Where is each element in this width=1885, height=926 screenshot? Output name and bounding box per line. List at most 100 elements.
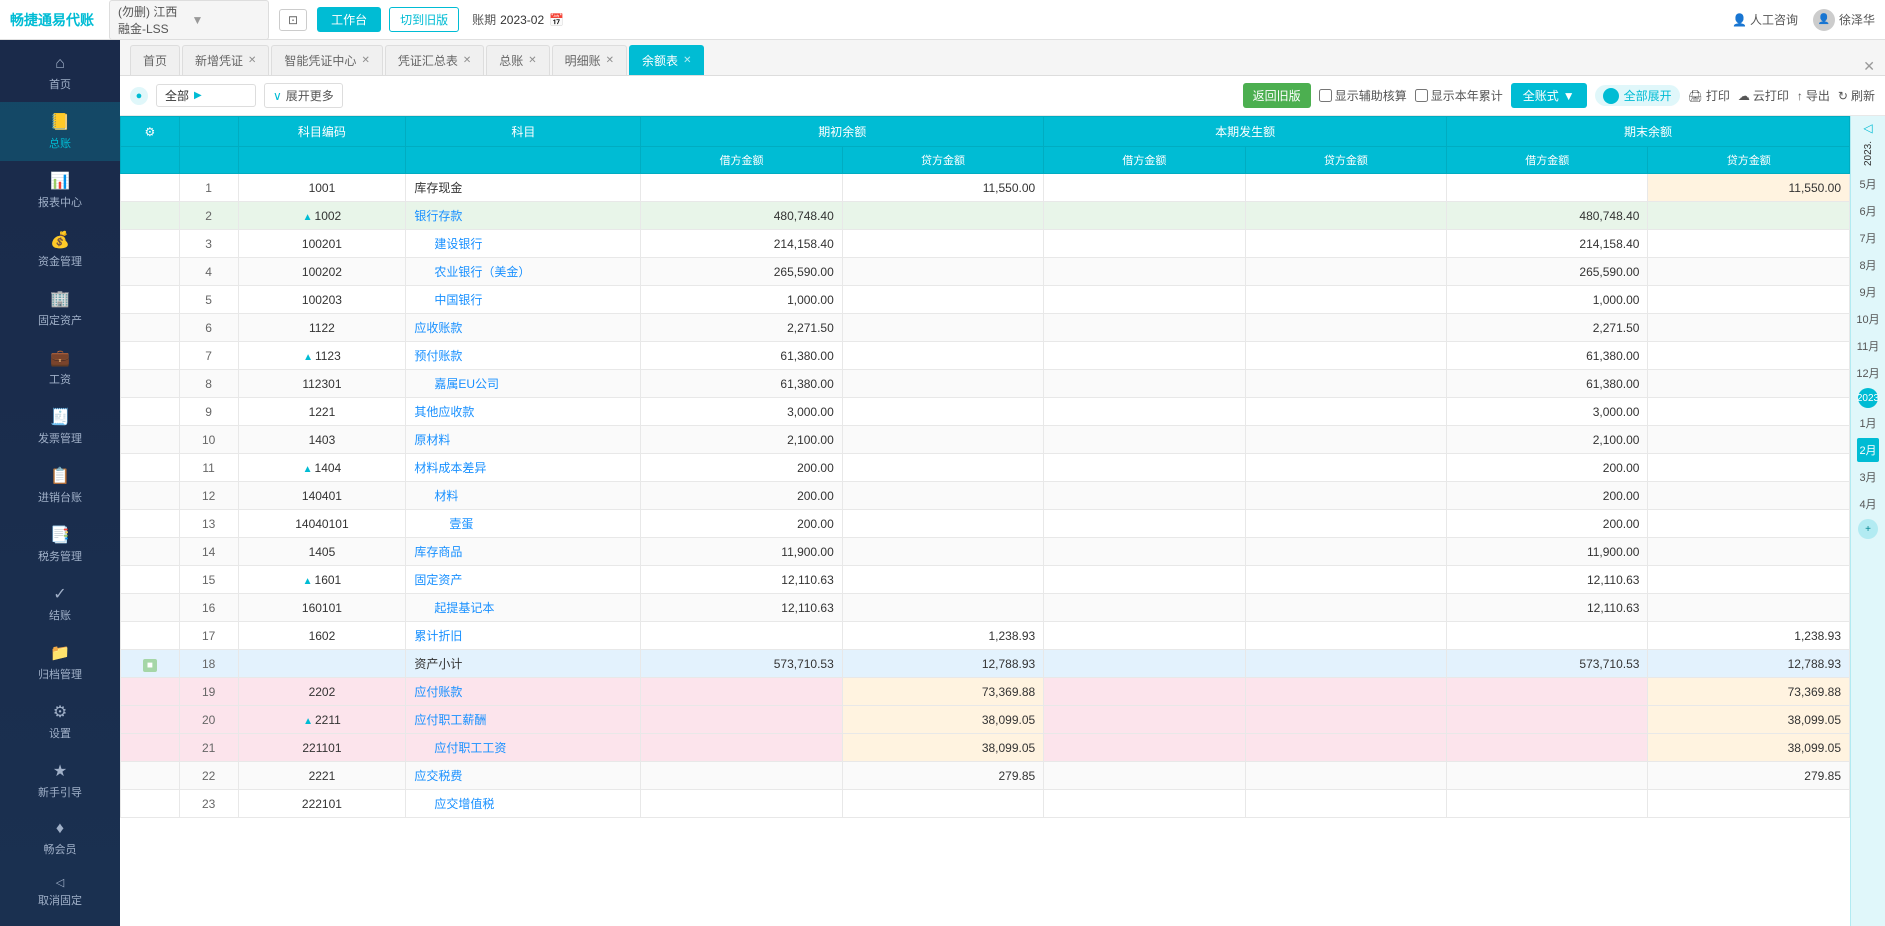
switch-version-button[interactable]: 切到旧版 (389, 7, 459, 32)
month-2[interactable]: 2月 (1857, 438, 1878, 462)
month-10[interactable]: 10月 (1854, 307, 1881, 331)
row-name[interactable]: 壹蛋 (406, 510, 641, 538)
print-button[interactable]: 🖨 打印 (1688, 87, 1730, 104)
month-11[interactable]: 11月 (1855, 334, 1881, 358)
tab-smart-voucher[interactable]: 智能凭证中心 ✕ (271, 45, 382, 75)
top-bar: 畅捷通易代账 (勿删) 江西融金-LSS ▼ ⊡ 工作台 切到旧版 账期 202… (0, 0, 1885, 40)
row-code: 2202 (238, 678, 406, 706)
row-name[interactable]: 农业银行（美金） (406, 258, 641, 286)
sidebar-item-sales[interactable]: 📋 进销台账 (0, 456, 120, 515)
sidebar-item-funds[interactable]: 💰 资金管理 (0, 220, 120, 279)
sidebar-item-payroll[interactable]: 💼 工资 (0, 338, 120, 397)
close-all-tabs[interactable]: ✕ (1863, 58, 1875, 75)
service-button[interactable]: 👤 人工咨询 (1732, 11, 1798, 28)
tab-new-voucher-close[interactable]: ✕ (248, 55, 256, 66)
tab-new-voucher[interactable]: 新增凭证 ✕ (182, 45, 269, 75)
row-name[interactable]: 库存商品 (406, 538, 641, 566)
sidebar-item-close[interactable]: ✓ 结账 (0, 574, 120, 633)
refresh-button[interactable]: ↻ 刷新 (1838, 87, 1875, 104)
row-name[interactable]: 原材料 (406, 426, 641, 454)
calendar-icon[interactable]: 📅 (549, 13, 564, 27)
row-code: ▲1123 (238, 342, 406, 370)
closing-credit (1648, 538, 1850, 566)
tab-general-ledger[interactable]: 总账 ✕ (486, 45, 549, 75)
full-mode-label: 全账式 (1523, 87, 1559, 104)
filter-selector[interactable]: 全部 ▶ (156, 84, 256, 107)
row-name[interactable]: 应交税费 (406, 762, 641, 790)
month-9[interactable]: 9月 (1857, 280, 1878, 304)
tab-balance-close[interactable]: ✕ (683, 55, 691, 66)
tab-home[interactable]: 首页 (130, 45, 180, 75)
row-name[interactable]: 应交增值税 (406, 790, 641, 818)
expand-all-toggle[interactable]: 全部展开 (1595, 85, 1680, 106)
row-name[interactable]: 起提基记本 (406, 594, 641, 622)
tab-detail-ledger-close[interactable]: ✕ (606, 55, 614, 66)
month-6[interactable]: 6月 (1857, 199, 1878, 223)
filter-circle[interactable]: ● (130, 87, 148, 105)
checkbox-ytd-label[interactable]: 显示本年累计 (1415, 87, 1503, 104)
sidebar-unpin-button[interactable]: ◁ 取消固定 (0, 868, 120, 916)
month-7[interactable]: 7月 (1857, 226, 1878, 250)
sidebar-item-guide[interactable]: ★ 新手引导 (0, 751, 120, 810)
sidebar-item-reports[interactable]: 📊 报表中心 (0, 161, 120, 220)
workbench-button[interactable]: 工作台 (317, 7, 381, 32)
copy-button[interactable]: ⊡ (279, 9, 307, 31)
closing-debit (1447, 622, 1648, 650)
row-name[interactable]: 应收账款 (406, 314, 641, 342)
sidebar-item-archive[interactable]: 📁 归档管理 (0, 633, 120, 692)
sidebar-item-invoice[interactable]: 🧾 发票管理 (0, 397, 120, 456)
return-old-version-button[interactable]: 返回旧版 (1243, 83, 1311, 108)
tab-smart-voucher-close[interactable]: ✕ (361, 55, 369, 66)
closing-debit: 61,380.00 (1447, 370, 1648, 398)
row-name[interactable]: 预付账款 (406, 342, 641, 370)
row-name[interactable]: 累计折旧 (406, 622, 641, 650)
company-selector[interactable]: (勿删) 江西融金-LSS ▼ (109, 0, 269, 40)
row-name[interactable]: 固定资产 (406, 566, 641, 594)
user-button[interactable]: 👤 徐泽华 (1813, 9, 1875, 31)
tab-voucher-summary-close[interactable]: ✕ (463, 55, 471, 66)
right-panel: ◁ 2023. 5月 6月 7月 8月 9月 10月 11月 12月 2023 … (1850, 116, 1885, 926)
current-credit (1245, 678, 1446, 706)
opening-credit (842, 398, 1043, 426)
export-button[interactable]: ↑ 导出 (1797, 87, 1830, 104)
sidebar-item-ledger[interactable]: 📒 总账 (0, 102, 120, 161)
tab-general-ledger-close[interactable]: ✕ (528, 55, 536, 66)
row-name[interactable]: 其他应收款 (406, 398, 641, 426)
row-name[interactable]: 中国银行 (406, 286, 641, 314)
closing-debit: 2,100.00 (1447, 426, 1648, 454)
month-3[interactable]: 3月 (1857, 465, 1878, 489)
checkbox-assist-label[interactable]: 显示辅助核算 (1319, 87, 1407, 104)
full-mode-button[interactable]: 全账式 ▼ (1511, 83, 1587, 108)
cloud-print-button[interactable]: ☁ 云打印 (1738, 87, 1789, 104)
row-name[interactable]: 建设银行 (406, 230, 641, 258)
print-icon: 🖨 (1688, 89, 1703, 103)
plus-circle[interactable]: + (1858, 519, 1878, 539)
tab-detail-ledger[interactable]: 明细账 ✕ (552, 45, 627, 75)
month-1[interactable]: 1月 (1857, 411, 1878, 435)
month-5[interactable]: 5月 (1857, 172, 1878, 196)
sidebar-item-home[interactable]: ⌂ 首页 (0, 45, 120, 102)
row-name[interactable]: 嘉属EU公司 (406, 370, 641, 398)
checkbox-assist[interactable] (1319, 89, 1332, 102)
row-name[interactable]: 银行存款 (406, 202, 641, 230)
year-2023-circle[interactable]: 2023 (1858, 388, 1878, 408)
checkbox-ytd[interactable] (1415, 89, 1428, 102)
row-name[interactable]: 应付职工薪酬 (406, 706, 641, 734)
sidebar-item-tax[interactable]: 📑 税务管理 (0, 515, 120, 574)
sidebar-item-settings[interactable]: ⚙ 设置 (0, 692, 120, 751)
tab-voucher-summary[interactable]: 凭证汇总表 ✕ (385, 45, 484, 75)
row-name[interactable]: 材料成本差异 (406, 454, 641, 482)
month-12[interactable]: 12月 (1854, 361, 1881, 385)
filter-arrow: ▶ (194, 90, 202, 101)
table-row: 23222101应交增值税 (121, 790, 1850, 818)
sidebar-item-assets[interactable]: 🏢 固定资产 (0, 279, 120, 338)
tab-balance[interactable]: 余额表 ✕ (629, 45, 704, 75)
right-panel-expand[interactable]: ◁ (1863, 121, 1872, 135)
month-4[interactable]: 4月 (1857, 492, 1878, 516)
month-8[interactable]: 8月 (1857, 253, 1878, 277)
expand-button[interactable]: ∨ 展开更多 (264, 83, 343, 108)
row-name[interactable]: 应付账款 (406, 678, 641, 706)
row-name[interactable]: 应付职工工资 (406, 734, 641, 762)
sidebar-item-member[interactable]: ♦ 畅会员 (0, 810, 120, 867)
row-name[interactable]: 材料 (406, 482, 641, 510)
